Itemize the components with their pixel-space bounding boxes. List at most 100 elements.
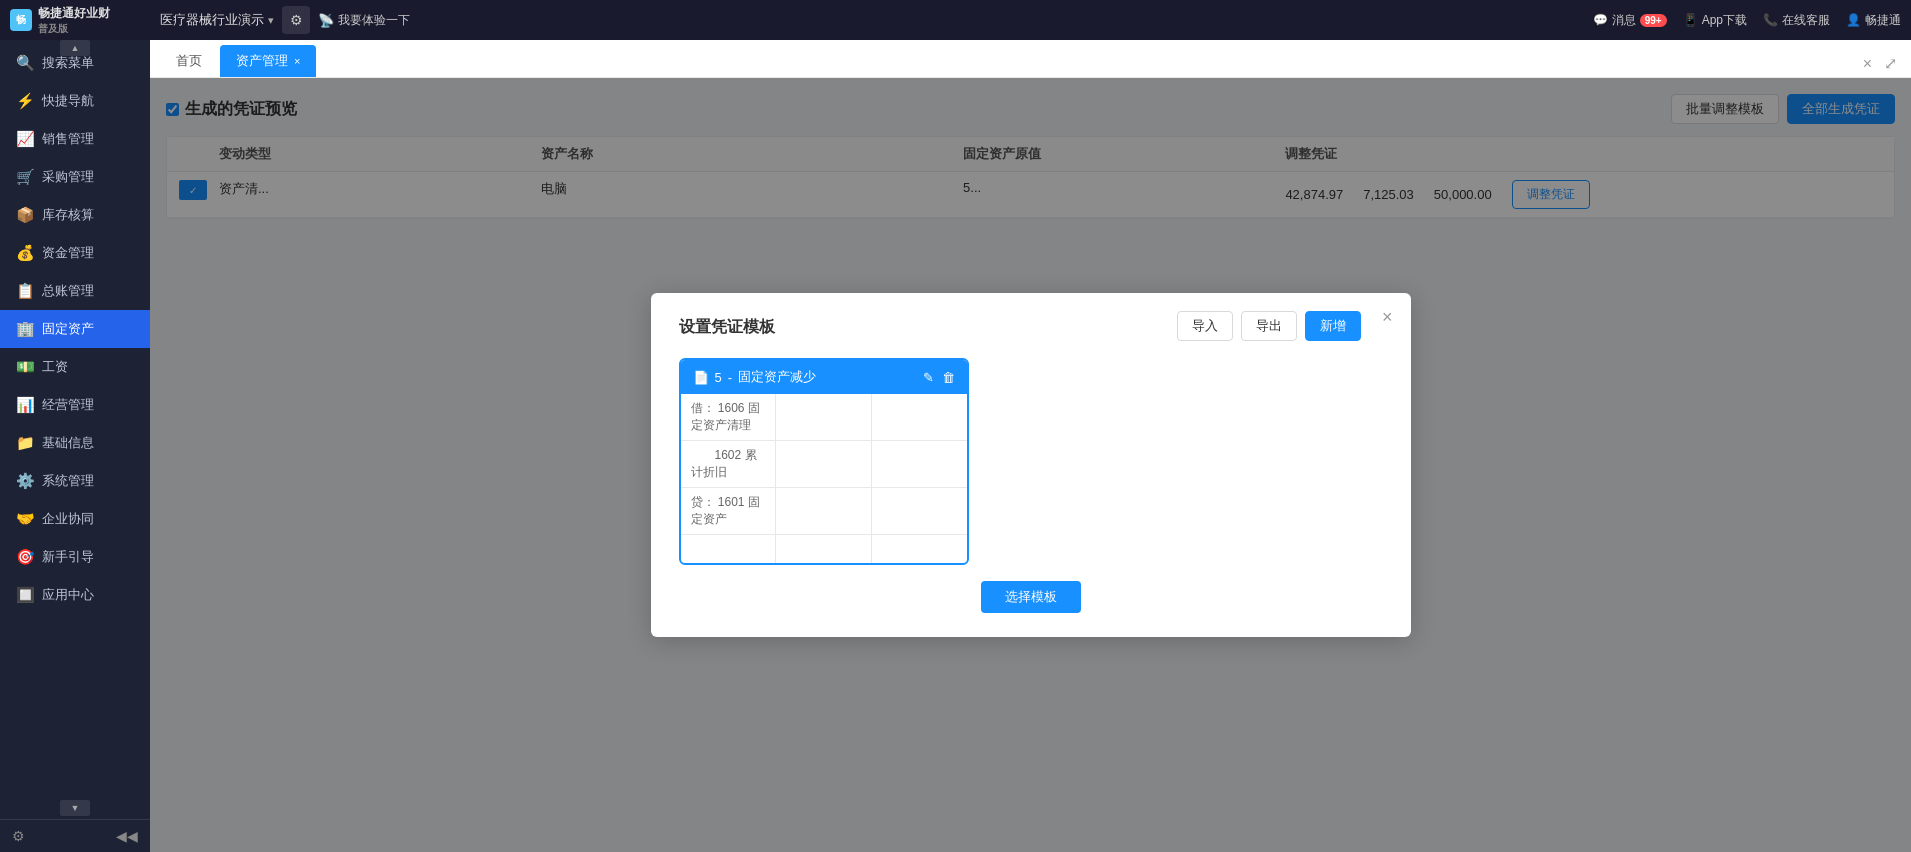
sidebar-bottom: ⚙ ◀◀ xyxy=(0,819,150,852)
salary-icon: 💵 xyxy=(16,358,34,376)
app-download-button[interactable]: 📱 App下载 xyxy=(1683,12,1747,29)
entry-credit-2 xyxy=(871,488,967,534)
topbar-center: 医疗器械行业演示 ▾ ⚙ 📡 我要体验一下 xyxy=(160,6,1593,34)
operations-icon: 📊 xyxy=(16,396,34,414)
entry-credit-1 xyxy=(871,441,967,487)
experience-button[interactable]: 📡 我要体验一下 xyxy=(318,12,410,29)
modal-close-button[interactable]: × xyxy=(1382,307,1393,328)
settings-icon[interactable]: ⚙ xyxy=(282,6,310,34)
sidebar-item-label: 资金管理 xyxy=(42,244,94,262)
entry-credit-0 xyxy=(871,394,967,440)
content-area: 首页 资产管理 × × ⤢ 生成的凭证预览 批量调整模板 全部生成凭 xyxy=(150,40,1911,852)
app-center-icon: 🔲 xyxy=(16,586,34,604)
sidebar-item-label: 采购管理 xyxy=(42,168,94,186)
sidebar-item-label: 总账管理 xyxy=(42,282,94,300)
sidebar-item-ledger[interactable]: 📋 总账管理 xyxy=(0,272,150,310)
sidebar-item-label: 工资 xyxy=(42,358,68,376)
sidebar-item-label: 销售管理 xyxy=(42,130,94,148)
tab-asset-management[interactable]: 资产管理 × xyxy=(220,45,316,77)
entry-credit-3 xyxy=(871,535,967,563)
modal-action-buttons: 导入 导出 新增 xyxy=(1177,311,1361,341)
sidebar-item-label: 经营管理 xyxy=(42,396,94,414)
sidebar-item-label: 搜索菜单 xyxy=(42,54,94,72)
sidebar-item-operations[interactable]: 📊 经营管理 xyxy=(0,386,150,424)
customer-service-button[interactable]: 📞 在线客服 xyxy=(1763,12,1830,29)
app-download-label: App下载 xyxy=(1702,12,1747,29)
template-entry-3 xyxy=(681,535,967,563)
edit-icon[interactable]: ✎ xyxy=(923,370,934,385)
tabbar: 首页 资产管理 × × ⤢ xyxy=(150,40,1911,78)
app-name: 畅捷通好业财 xyxy=(38,5,110,22)
sidebar-item-label: 快捷导航 xyxy=(42,92,94,110)
entry-type-2: 贷： 1601 固定资产 xyxy=(681,488,776,534)
message-label: 消息 xyxy=(1612,12,1636,29)
quick-nav-icon: ⚡ xyxy=(16,92,34,110)
sidebar-item-sales[interactable]: 📈 销售管理 xyxy=(0,120,150,158)
sidebar-item-label: 企业协同 xyxy=(42,510,94,528)
chevron-down-icon: ▾ xyxy=(268,14,274,27)
window-close-icon[interactable]: × xyxy=(1859,51,1876,77)
topbar-right: 💬 消息 99+ 📱 App下载 📞 在线客服 👤 畅捷通 xyxy=(1593,12,1901,29)
sidebar-scroll-up[interactable]: ▲ xyxy=(60,40,90,56)
sidebar-item-label: 系统管理 xyxy=(42,472,94,490)
user-button[interactable]: 👤 畅捷通 xyxy=(1846,12,1901,29)
sidebar-settings-icon[interactable]: ⚙ xyxy=(12,828,25,844)
export-button[interactable]: 导出 xyxy=(1241,311,1297,341)
sidebar-item-funds[interactable]: 💰 资金管理 xyxy=(0,234,150,272)
sidebar-item-system[interactable]: ⚙️ 系统管理 xyxy=(0,462,150,500)
app-sub: 普及版 xyxy=(38,22,110,36)
experience-label: 我要体验一下 xyxy=(338,12,410,29)
message-button[interactable]: 💬 消息 99+ xyxy=(1593,12,1667,29)
import-button[interactable]: 导入 xyxy=(1177,311,1233,341)
template-card: 📄 5 - 固定资产减少 ✎ 🗑 xyxy=(679,358,969,565)
company-selector[interactable]: 医疗器械行业演示 ▾ xyxy=(160,11,274,29)
template-card-body: 借： 1606 固定资产清理 xyxy=(681,394,967,563)
sidebar-item-inventory[interactable]: 📦 库存核算 xyxy=(0,196,150,234)
entry-debit-3 xyxy=(775,535,871,563)
template-entry-1: 1602 累计折旧 xyxy=(681,441,967,488)
funds-icon: 💰 xyxy=(16,244,34,262)
sidebar-scroll-down[interactable]: ▼ xyxy=(60,800,90,816)
tab-home[interactable]: 首页 xyxy=(160,45,218,77)
enterprise-icon: 🤝 xyxy=(16,510,34,528)
sidebar-item-quick-nav[interactable]: ⚡ 快捷导航 xyxy=(0,82,150,120)
sidebar-item-label: 新手引导 xyxy=(42,548,94,566)
window-expand-icon[interactable]: ⤢ xyxy=(1880,50,1901,77)
logo-icon: 畅 xyxy=(10,9,32,31)
tabbar-controls: × ⤢ xyxy=(1859,50,1901,77)
fixed-assets-icon: 🏢 xyxy=(16,320,34,338)
sidebar-nav: 🔍 搜索菜单 ⚡ 快捷导航 📈 销售管理 🛒 采购管理 📦 库存核算 💰 xyxy=(0,40,150,819)
page-content: 生成的凭证预览 批量调整模板 全部生成凭证 变动类型 资产名称 固定资产原值 调… xyxy=(150,78,1911,852)
entry-type-3 xyxy=(681,535,776,563)
sidebar-item-app-center[interactable]: 🔲 应用中心 xyxy=(0,576,150,614)
entry-debit-1 xyxy=(775,441,871,487)
new-button[interactable]: 新增 xyxy=(1305,311,1361,341)
delete-icon[interactable]: 🗑 xyxy=(942,370,955,385)
sidebar-item-purchase[interactable]: 🛒 采购管理 xyxy=(0,158,150,196)
sidebar-item-label: 基础信息 xyxy=(42,434,94,452)
sidebar-item-fixed-assets[interactable]: 🏢 固定资产 xyxy=(0,310,150,348)
basic-info-icon: 📁 xyxy=(16,434,34,452)
select-template-button[interactable]: 选择模板 xyxy=(981,581,1081,613)
sidebar-collapse-icon[interactable]: ◀◀ xyxy=(116,828,138,844)
main-layout: ▲ 🔍 搜索菜单 ⚡ 快捷导航 📈 销售管理 🛒 采购管理 📦 库存核算 xyxy=(0,40,1911,852)
template-card-header: 📄 5 - 固定资产减少 ✎ 🗑 xyxy=(681,360,967,394)
guide-icon: 🎯 xyxy=(16,548,34,566)
wifi-icon: 📡 xyxy=(318,13,334,28)
template-doc-icon: 📄 xyxy=(693,370,709,385)
customer-service-label: 在线客服 xyxy=(1782,12,1830,29)
sidebar-item-salary[interactable]: 💵 工资 xyxy=(0,348,150,386)
sidebar-item-label: 应用中心 xyxy=(42,586,94,604)
entry-type-1: 1602 累计折旧 xyxy=(681,441,776,487)
template-header-actions: ✎ 🗑 xyxy=(923,370,955,385)
sidebar-item-enterprise[interactable]: 🤝 企业协同 xyxy=(0,500,150,538)
sidebar-item-guide[interactable]: 🎯 新手引导 xyxy=(0,538,150,576)
sales-icon: 📈 xyxy=(16,130,34,148)
sidebar-item-basic-info[interactable]: 📁 基础信息 xyxy=(0,424,150,462)
tab-close-icon[interactable]: × xyxy=(294,55,300,67)
inventory-icon: 📦 xyxy=(16,206,34,224)
user-icon: 👤 xyxy=(1846,13,1861,27)
sidebar-item-label: 库存核算 xyxy=(42,206,94,224)
service-icon: 📞 xyxy=(1763,13,1778,27)
template-number: 5 xyxy=(715,370,722,385)
